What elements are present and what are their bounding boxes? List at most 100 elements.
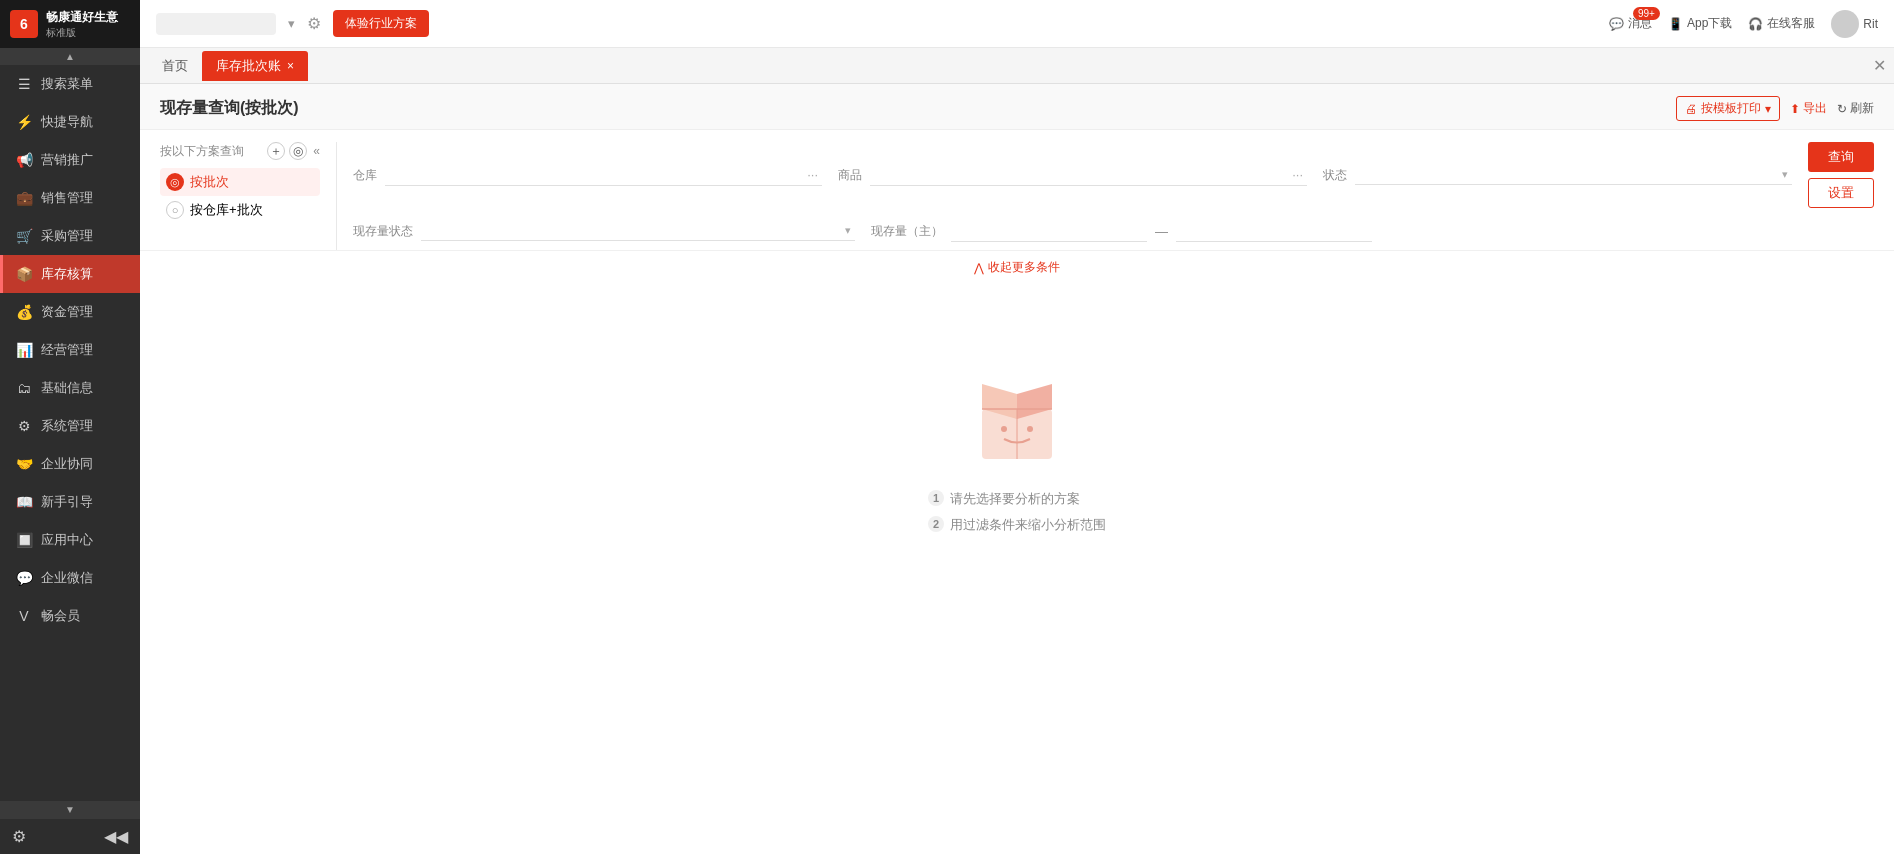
tab-close-icon[interactable]: × bbox=[287, 59, 294, 73]
empty-message-2: 2 用过滤条件来缩小分析范围 bbox=[928, 516, 1106, 534]
message-2-num: 2 bbox=[928, 516, 944, 532]
query-button[interactable]: 查询 bbox=[1808, 142, 1874, 172]
sidebar-item-app-center[interactable]: 🔲 应用中心 bbox=[0, 521, 140, 559]
inventory-status-arrow-icon: ▾ bbox=[845, 224, 851, 237]
status-field: 状态 ▾ bbox=[1323, 165, 1792, 185]
sidebar-item-finance[interactable]: 💰 资金管理 bbox=[0, 293, 140, 331]
messages-button[interactable]: 💬 消息 99+ bbox=[1609, 15, 1652, 32]
sidebar-item-label: 营销推广 bbox=[41, 151, 93, 169]
sidebar-item-search[interactable]: ☰ 搜索菜单 bbox=[0, 65, 140, 103]
scheme-item-by-warehouse-batch[interactable]: ○ 按仓库+批次 bbox=[160, 196, 320, 224]
qty-to-input[interactable] bbox=[1176, 220, 1372, 242]
vertical-divider bbox=[336, 142, 337, 250]
inventory-status-select-wrap[interactable]: ▾ bbox=[421, 221, 855, 241]
sidebar-item-label: 资金管理 bbox=[41, 303, 93, 321]
sidebar-scroll-up[interactable]: ▲ bbox=[0, 48, 140, 65]
sidebar-item-vip[interactable]: V 畅会员 bbox=[0, 597, 140, 635]
app-logo: 6 bbox=[10, 10, 38, 38]
settings-button[interactable]: 设置 bbox=[1808, 178, 1874, 208]
export-button[interactable]: ⬆ 导出 bbox=[1790, 100, 1827, 117]
qty-dash-icon: — bbox=[1155, 224, 1168, 239]
filter-row-2: 现存量状态 ▾ 现存量（主） — bbox=[353, 220, 1894, 242]
status-label: 状态 bbox=[1323, 167, 1347, 184]
sidebar-item-cooperation[interactable]: 🤝 企业协同 bbox=[0, 445, 140, 483]
avatar bbox=[1831, 10, 1859, 38]
export-label: 导出 bbox=[1803, 100, 1827, 117]
sidebar-item-label: 采购管理 bbox=[41, 227, 93, 245]
sidebar-item-marketing[interactable]: 📢 营销推广 bbox=[0, 141, 140, 179]
template-print-button[interactable]: 🖨 按模板打印 ▾ bbox=[1676, 96, 1780, 121]
warehouse-input-wrap[interactable]: ··· bbox=[385, 164, 822, 186]
refresh-label: 刷新 bbox=[1850, 100, 1874, 117]
sidebar-item-sales[interactable]: 💼 销售管理 bbox=[0, 179, 140, 217]
sidebar-item-label: 库存核算 bbox=[41, 265, 93, 283]
tab-home-label: 首页 bbox=[162, 57, 188, 75]
page-header: 现存量查询(按批次) 🖨 按模板打印 ▾ ⬆ 导出 ↻ 刷新 bbox=[140, 84, 1894, 130]
svg-point-6 bbox=[1027, 426, 1033, 432]
sidebar-item-system[interactable]: ⚙ 系统管理 bbox=[0, 407, 140, 445]
user-profile-button[interactable]: Rit bbox=[1831, 10, 1878, 38]
sidebar-item-wechat[interactable]: 💬 企业微信 bbox=[0, 559, 140, 597]
sidebar-item-guide[interactable]: 📖 新手引导 bbox=[0, 483, 140, 521]
sidebar-item-label: 新手引导 bbox=[41, 493, 93, 511]
message-1-num: 1 bbox=[928, 490, 944, 506]
experience-btn[interactable]: 体验行业方案 bbox=[333, 10, 429, 37]
filter-layout: 按以下方案查询 ＋ ◎ « ◎ 按批次 ○ 按仓库+批次 bbox=[140, 130, 1894, 250]
collapse-sidebar-icon[interactable]: ◀◀ bbox=[104, 827, 128, 846]
settings-gear-icon[interactable]: ⚙ bbox=[12, 827, 26, 846]
topbar-settings-icon[interactable]: ⚙ bbox=[307, 14, 321, 33]
collapse-up-icon: ⋀ bbox=[974, 261, 984, 275]
svg-point-5 bbox=[1001, 426, 1007, 432]
refresh-button[interactable]: ↻ 刷新 bbox=[1837, 100, 1874, 117]
tab-home[interactable]: 首页 bbox=[148, 51, 202, 81]
product-label: 商品 bbox=[838, 167, 862, 184]
collapse-label: 收起更多条件 bbox=[988, 259, 1060, 276]
product-more-icon[interactable]: ··· bbox=[1292, 167, 1303, 182]
app-download-button[interactable]: 📱 App下载 bbox=[1668, 15, 1732, 32]
sidebar-item-label: 经营管理 bbox=[41, 341, 93, 359]
add-scheme-button[interactable]: ＋ bbox=[267, 142, 285, 160]
page-header-actions: 🖨 按模板打印 ▾ ⬆ 导出 ↻ 刷新 bbox=[1676, 96, 1874, 121]
sidebar-item-purchase[interactable]: 🛒 采购管理 bbox=[0, 217, 140, 255]
scheme-item-by-batch[interactable]: ◎ 按批次 bbox=[160, 168, 320, 196]
sidebar-item-label: 企业微信 bbox=[41, 569, 93, 587]
sidebar-item-label: 搜索菜单 bbox=[41, 75, 93, 93]
sidebar-item-quick-nav[interactable]: ⚡ 快捷导航 bbox=[0, 103, 140, 141]
qty-label: 现存量（主） bbox=[871, 223, 943, 240]
message-1-text: 请先选择要分析的方案 bbox=[950, 490, 1080, 508]
product-input-wrap[interactable]: ··· bbox=[870, 164, 1307, 186]
print-dropdown-icon[interactable]: ▾ bbox=[1765, 102, 1771, 116]
scheme-active-icon: ◎ bbox=[166, 173, 184, 191]
guide-icon: 📖 bbox=[15, 494, 33, 510]
headset-icon: 🎧 bbox=[1748, 17, 1763, 31]
collapse-more-button[interactable]: ⋀ 收起更多条件 bbox=[140, 250, 1894, 284]
refresh-icon: ↻ bbox=[1837, 102, 1847, 116]
print-label: 按模板打印 bbox=[1701, 100, 1761, 117]
status-select-wrap[interactable]: ▾ bbox=[1355, 165, 1792, 185]
operations-icon: 📊 bbox=[15, 342, 33, 358]
sidebar-item-operations[interactable]: 📊 经营管理 bbox=[0, 331, 140, 369]
tab-panel-close-icon[interactable]: ✕ bbox=[1873, 56, 1886, 75]
scheme-collapse-button[interactable]: « bbox=[313, 144, 320, 158]
sidebar-scroll-down[interactable]: ▼ bbox=[0, 801, 140, 818]
sidebar-item-label: 销售管理 bbox=[41, 189, 93, 207]
filter-container: 按以下方案查询 ＋ ◎ « ◎ 按批次 ○ 按仓库+批次 bbox=[140, 130, 1894, 284]
scheme-panel-title: 按以下方案查询 ＋ ◎ « bbox=[160, 142, 320, 160]
qty-from-input[interactable] bbox=[951, 220, 1147, 242]
sidebar-item-inventory[interactable]: 📦 库存核算 bbox=[0, 255, 140, 293]
sidebar-footer: ⚙ ◀◀ bbox=[0, 818, 140, 854]
scheme-title-text: 按以下方案查询 bbox=[160, 143, 244, 160]
marketing-icon: 📢 bbox=[15, 152, 33, 168]
warehouse-label: 仓库 bbox=[353, 167, 377, 184]
app-edition: 标准版 bbox=[46, 26, 118, 40]
topbar-right: 💬 消息 99+ 📱 App下载 🎧 在线客服 Rit bbox=[1609, 10, 1878, 38]
topbar-search-input[interactable] bbox=[156, 13, 276, 35]
sidebar-item-basic-info[interactable]: 🗂 基础信息 bbox=[0, 369, 140, 407]
warehouse-more-icon[interactable]: ··· bbox=[807, 167, 818, 182]
empty-state-svg bbox=[962, 364, 1072, 474]
scheme-settings-button[interactable]: ◎ bbox=[289, 142, 307, 160]
search-dropdown-chevron-icon[interactable]: ▾ bbox=[288, 16, 295, 31]
tab-inventory-batch[interactable]: 库存批次账 × bbox=[202, 51, 308, 81]
scheme-actions: ＋ ◎ bbox=[267, 142, 307, 160]
online-service-button[interactable]: 🎧 在线客服 bbox=[1748, 15, 1815, 32]
